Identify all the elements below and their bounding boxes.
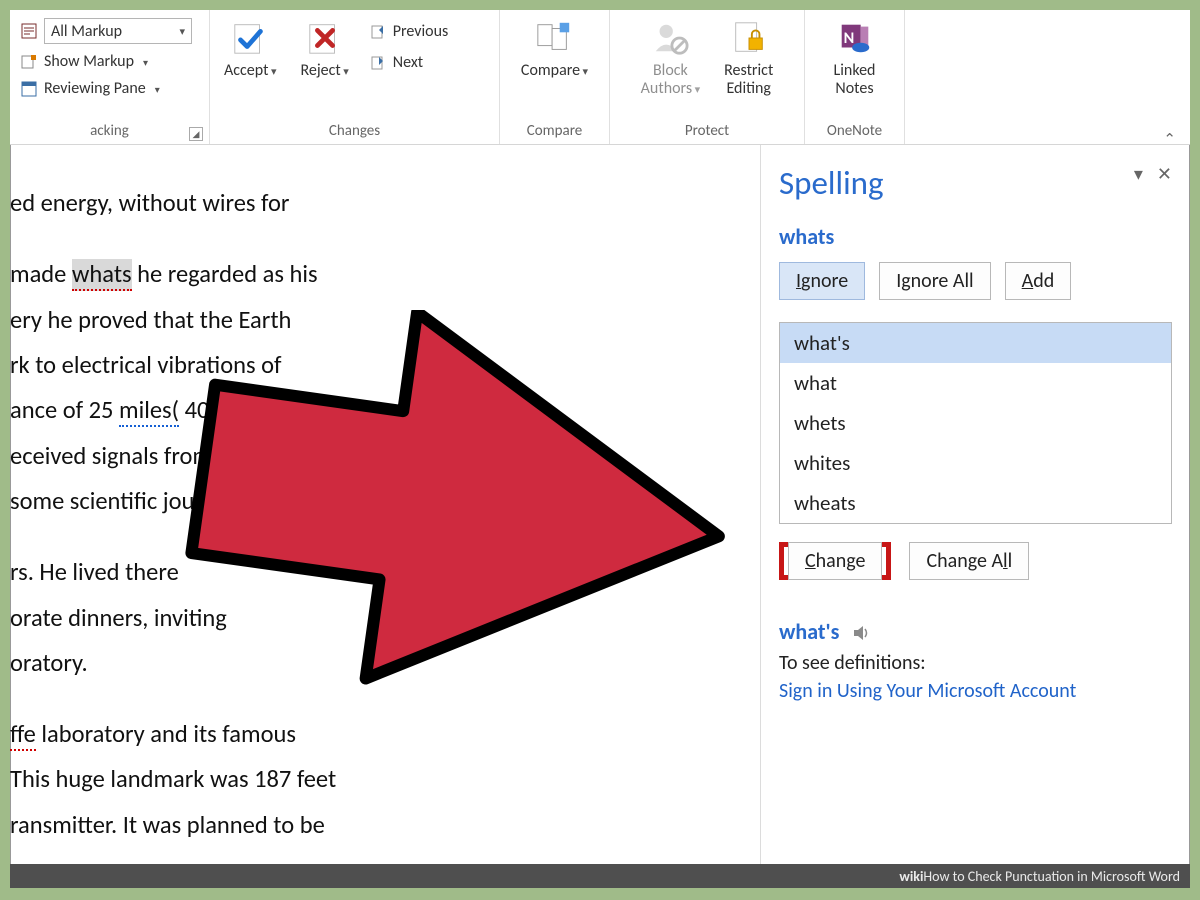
markup-icon — [20, 22, 38, 40]
ribbon-group-onenote: N Linked Notes OneNote — [805, 10, 905, 144]
restrict-editing-icon — [729, 18, 769, 58]
doc-text: ance of 25 — [10, 395, 119, 425]
block-authors-icon — [650, 18, 690, 58]
change-button[interactable]: Change — [788, 542, 882, 580]
ribbon-group-changes: Accept Reject Previous Next — [210, 10, 500, 144]
caption-text: wikiHow to Check Punctuation in Microsof… — [899, 868, 1180, 885]
svg-text:N: N — [843, 29, 854, 48]
grammar-error-miles[interactable]: miles( — [119, 395, 179, 427]
previous-change-button[interactable]: Previous — [365, 20, 453, 43]
next-change-button[interactable]: Next — [365, 51, 453, 74]
group-label-onenote: OneNote — [811, 120, 898, 144]
doc-text: he regarded as his — [132, 259, 318, 289]
doc-line: oratory. — [10, 648, 88, 678]
add-button[interactable]: Add — [1005, 262, 1072, 300]
speaker-icon[interactable] — [851, 622, 871, 642]
app-window: All Markup Show Markup Reviewing Pane ac… — [10, 10, 1190, 888]
compare-button[interactable]: Compare — [513, 14, 596, 84]
block-authors-button[interactable]: Block Authors — [633, 14, 708, 103]
document-canvas[interactable]: ed energy, without wires for made whats … — [10, 145, 760, 864]
ignore-button[interactable]: Ignore — [779, 262, 865, 300]
change-all-button[interactable]: Change All — [909, 542, 1029, 580]
reject-button[interactable]: Reject — [292, 14, 356, 84]
tracking-dialog-launcher[interactable]: ◢ — [189, 127, 203, 141]
markup-combo-row: All Markup — [16, 16, 196, 46]
doc-line: This huge landmark was 187 feet — [10, 764, 336, 794]
doc-line: eceived signals from another — [10, 441, 297, 471]
reviewing-pane-menu[interactable]: Reviewing Pane — [16, 77, 196, 100]
suggestions-list[interactable]: what's what whets whites wheats — [779, 322, 1172, 524]
accept-button[interactable]: Accept — [216, 14, 284, 84]
content-area: ed energy, without wires for made whats … — [10, 145, 1190, 864]
restrict-editing-button[interactable]: Restrict Editing — [716, 14, 781, 103]
ribbon-group-tracking: All Markup Show Markup Reviewing Pane ac… — [10, 10, 210, 144]
onenote-icon: N — [835, 18, 875, 58]
misspelled-word: whats — [779, 223, 1172, 250]
spelling-pane-title: Spelling — [779, 163, 1172, 203]
doc-line: ery he proved that the Earth — [10, 305, 291, 335]
previous-icon — [369, 23, 387, 41]
doc-text: laboratory and its famous — [36, 719, 296, 749]
wikihow-caption-bar: wikiHow to Check Punctuation in Microsof… — [10, 864, 1190, 888]
show-markup-menu[interactable]: Show Markup — [16, 50, 196, 73]
spelling-error-ffe[interactable]: ffe — [10, 719, 36, 751]
spelling-pane: ▾ ✕ Spelling whats Ignore Ignore All Add… — [760, 145, 1190, 864]
ribbon: All Markup Show Markup Reviewing Pane ac… — [10, 10, 1190, 145]
pane-options-button[interactable]: ▾ — [1134, 163, 1143, 185]
ribbon-spacer — [905, 10, 1190, 144]
pane-close-button[interactable]: ✕ — [1157, 163, 1172, 185]
reject-icon — [305, 18, 345, 58]
doc-line: some scientific journals. — [10, 486, 249, 516]
suggestion-item[interactable]: what — [780, 363, 1171, 403]
show-markup-icon — [20, 53, 38, 71]
linked-notes-button[interactable]: N Linked Notes — [826, 14, 884, 103]
sign-in-link[interactable]: Sign in Using Your Microsoft Account — [779, 679, 1172, 703]
doc-line: rs. He lived there — [10, 557, 179, 587]
markup-display-combo[interactable]: All Markup — [44, 18, 192, 44]
reviewing-pane-icon — [20, 80, 38, 98]
compare-icon — [534, 18, 574, 58]
group-label-tracking: acking◢ — [16, 120, 203, 144]
group-label-protect: Protect — [616, 120, 798, 144]
suggestion-item[interactable]: whets — [780, 403, 1171, 443]
definition-prompt: To see definitions: — [779, 651, 1172, 675]
doc-line: ed energy, without wires for — [10, 188, 289, 218]
suggestion-item[interactable]: whites — [780, 443, 1171, 483]
doc-text: 40 kilomete — [179, 395, 302, 425]
tutorial-highlight-change: Change — [779, 542, 891, 580]
ribbon-group-compare: Compare Compare — [500, 10, 610, 144]
spelling-error-whats[interactable]: whats — [72, 259, 132, 291]
next-icon — [369, 54, 387, 72]
ribbon-group-protect: Block Authors Restrict Editing Protect — [610, 10, 805, 144]
group-label-compare: Compare — [506, 120, 603, 144]
suggestion-item[interactable]: what's — [780, 323, 1171, 363]
ignore-label: gnore — [801, 269, 848, 293]
doc-line: rk to electrical vibrations of — [10, 350, 282, 380]
doc-line: orate dinners, inviting — [10, 603, 227, 633]
accept-icon — [230, 18, 270, 58]
definition-word: what's — [779, 618, 1172, 645]
suggestion-item[interactable]: wheats — [780, 483, 1171, 523]
group-label-changes: Changes — [216, 120, 493, 144]
doc-text: made — [10, 259, 72, 289]
ignore-all-button[interactable]: Ignore All — [879, 262, 990, 300]
doc-line: ransmitter. It was planned to be — [10, 810, 325, 840]
